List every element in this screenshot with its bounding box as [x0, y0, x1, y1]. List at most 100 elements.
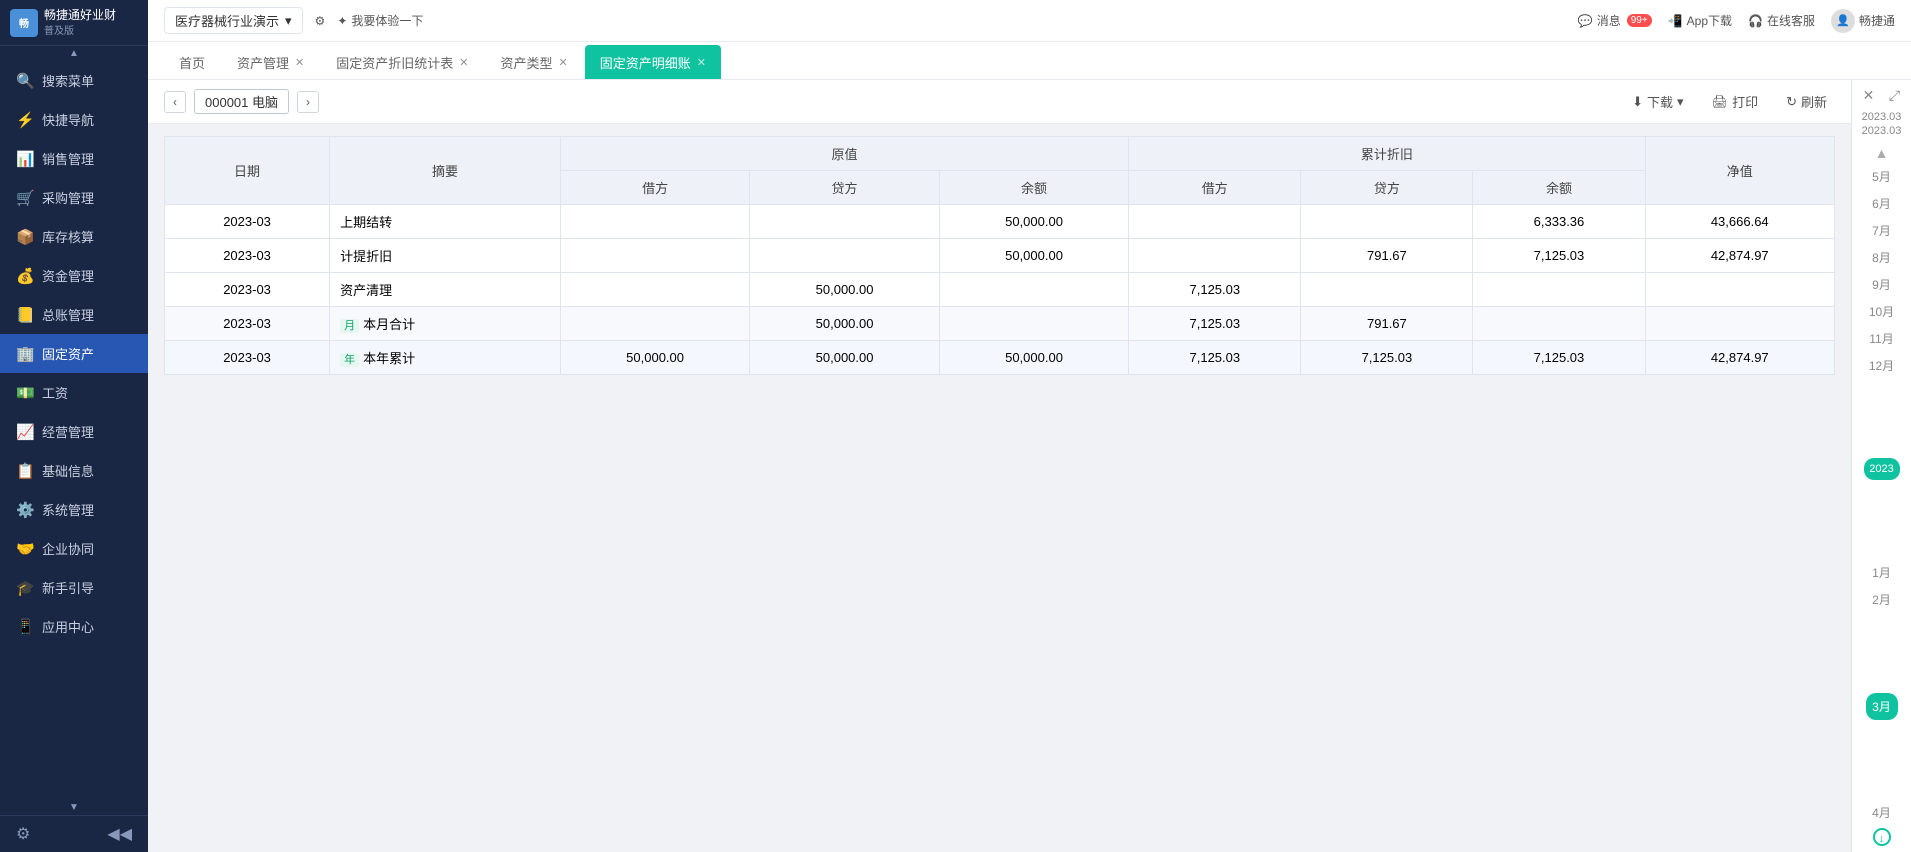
- tab-asset-mgmt[interactable]: 资产管理 ✕: [222, 45, 319, 79]
- sidebar-item-label: 总账管理: [42, 305, 94, 324]
- tab-asset-types[interactable]: 资产类型 ✕: [485, 45, 582, 79]
- cell-orig-debit: [560, 273, 749, 307]
- refresh-icon: ↻: [1786, 94, 1797, 110]
- cell-net-value: 42,874.97: [1645, 239, 1835, 273]
- messages-badge: 99+: [1627, 14, 1652, 27]
- experience-btn[interactable]: ✦ 我要体验一下: [337, 12, 423, 29]
- business-icon: 📈: [16, 423, 34, 441]
- cell-orig-balance: 50,000.00: [939, 341, 1128, 375]
- cell-net-value: 42,874.97: [1645, 341, 1835, 375]
- tl-month-10[interactable]: 10月: [1852, 298, 1911, 325]
- tl-month-4[interactable]: 4月: [1852, 799, 1911, 826]
- sidebar-item-label: 企业协同: [42, 539, 94, 558]
- tl-month-11[interactable]: 11月: [1852, 325, 1911, 352]
- sidebar-item-capital[interactable]: 💰 资金管理: [0, 256, 148, 295]
- download-btn[interactable]: ⬇ 下载 ▾: [1624, 88, 1691, 115]
- sidebar-item-guide[interactable]: 🎓 新手引导: [0, 568, 148, 607]
- sidebar-scroll-down[interactable]: ▼: [0, 800, 148, 815]
- app-download-btn[interactable]: 📲 App下载: [1668, 12, 1732, 29]
- cell-accum-debit: [1129, 239, 1301, 273]
- ledger-icon: 📒: [16, 306, 34, 324]
- col-date-header: 日期: [165, 137, 330, 205]
- messages-btn[interactable]: 💬 消息 99+: [1578, 12, 1652, 29]
- sidebar-item-payroll[interactable]: 💵 工资: [0, 373, 148, 412]
- user-avatar[interactable]: 👤 畅捷通: [1831, 9, 1895, 33]
- sidebar-item-label: 工资: [42, 383, 68, 402]
- download-icon: ⬇: [1632, 94, 1643, 110]
- sidebar-item-basic-info[interactable]: 📋 基础信息: [0, 451, 148, 490]
- refresh-btn[interactable]: ↻ 刷新: [1778, 88, 1835, 115]
- sidebar-item-apps[interactable]: 📱 应用中心: [0, 607, 148, 646]
- accum-credit-header: 贷方: [1301, 171, 1473, 205]
- company-selector[interactable]: 医疗器械行业演示 ▾: [164, 7, 303, 34]
- cell-summary: 资产清理: [330, 273, 561, 307]
- sidebar-item-fixed-assets[interactable]: 🏢 固定资产: [0, 334, 148, 373]
- tl-month-7[interactable]: 7月: [1852, 217, 1911, 244]
- sidebar-item-system[interactable]: ⚙️ 系统管理: [0, 490, 148, 529]
- tab-home[interactable]: 首页: [164, 45, 220, 79]
- timeline-header-top: 2023.03 2023.03: [1862, 106, 1902, 143]
- tl-month-3-active[interactable]: 3月: [1866, 693, 1898, 720]
- tab-asset-mgmt-close[interactable]: ✕: [295, 56, 304, 69]
- tl-month-5[interactable]: 5月: [1852, 163, 1911, 190]
- cell-accum-credit: 791.67: [1301, 307, 1473, 341]
- print-btn[interactable]: 🖨 打印: [1704, 88, 1767, 115]
- tab-depreciation-stats[interactable]: 固定资产折旧统计表 ✕: [321, 45, 483, 79]
- settings-gear-btn[interactable]: ⚙: [315, 14, 326, 28]
- cell-orig-debit: 50,000.00: [560, 341, 749, 375]
- cell-orig-credit: 50,000.00: [750, 273, 939, 307]
- tl-month-1[interactable]: 1月: [1852, 559, 1911, 586]
- cell-date: 2023-03: [165, 239, 330, 273]
- tab-asset-detail-close[interactable]: ✕: [697, 56, 706, 69]
- sidebar-item-label: 应用中心: [42, 617, 94, 636]
- sidebar-item-purchase[interactable]: 🛒 采购管理: [0, 178, 148, 217]
- timeline-up-btn[interactable]: ▲: [1873, 143, 1891, 163]
- cell-accum-balance: 7,125.03: [1473, 239, 1645, 273]
- sidebar-item-collab[interactable]: 🤝 企业协同: [0, 529, 148, 568]
- orig-balance-header: 余额: [939, 171, 1128, 205]
- close-panel-btn[interactable]: ✕: [1858, 84, 1880, 106]
- main-panel: ‹ 000001 电脑 › ⬇ 下载 ▾ 🖨 打印 ↻ 刷新: [148, 80, 1851, 852]
- cell-date: 2023-03: [165, 273, 330, 307]
- expand-panel-btn[interactable]: ⤢: [1884, 84, 1906, 106]
- cell-orig-credit: 50,000.00: [750, 307, 939, 341]
- collab-icon: 🤝: [16, 540, 34, 558]
- next-asset-btn[interactable]: ›: [297, 91, 319, 113]
- tl-month-6[interactable]: 6月: [1852, 190, 1911, 217]
- tab-depreciation-stats-close[interactable]: ✕: [459, 56, 468, 69]
- header-left: 医疗器械行业演示 ▾ ⚙ ✦ 我要体验一下: [164, 7, 423, 34]
- cell-accum-debit: 7,125.03: [1129, 341, 1301, 375]
- cell-accum-balance: 7,125.03: [1473, 341, 1645, 375]
- sidebar-item-search[interactable]: 🔍 搜索菜单: [0, 61, 148, 100]
- tl-month-12[interactable]: 12月: [1852, 352, 1911, 379]
- username: 畅捷通: [1859, 12, 1895, 29]
- sidebar-item-sales[interactable]: 📊 销售管理: [0, 139, 148, 178]
- col-orig-value-header: 原值: [560, 137, 1128, 171]
- accum-debit-header: 借方: [1129, 171, 1301, 205]
- sidebar-scroll-up[interactable]: ▲: [0, 46, 148, 61]
- sidebar-item-ledger[interactable]: 📒 总账管理: [0, 295, 148, 334]
- cell-accum-debit: [1129, 205, 1301, 239]
- sidebar-item-inventory[interactable]: 📦 库存核算: [0, 217, 148, 256]
- tl-month-8[interactable]: 8月: [1852, 244, 1911, 271]
- tab-asset-detail[interactable]: 固定资产明细账 ✕: [585, 45, 721, 79]
- dropdown-arrow-icon: ▾: [285, 13, 292, 29]
- tl-year-2023[interactable]: 2023: [1864, 458, 1900, 480]
- tl-month-2[interactable]: 2月: [1852, 586, 1911, 613]
- service-icon: 🎧: [1748, 14, 1763, 28]
- online-service-btn[interactable]: 🎧 在线客服: [1748, 12, 1815, 29]
- settings-icon[interactable]: ⚙: [16, 824, 30, 844]
- cell-orig-balance: [939, 273, 1128, 307]
- sidebar-item-label: 采购管理: [42, 188, 94, 207]
- prev-asset-btn[interactable]: ‹: [164, 91, 186, 113]
- sidebar-item-quick-nav[interactable]: ⚡ 快捷导航: [0, 100, 148, 139]
- sidebar-item-business[interactable]: 📈 经营管理: [0, 412, 148, 451]
- collapse-sidebar-icon[interactable]: ◀◀: [107, 824, 132, 844]
- tab-asset-types-close[interactable]: ✕: [559, 56, 568, 69]
- cell-orig-credit: 50,000.00: [750, 341, 939, 375]
- avatar-icon: 👤: [1831, 9, 1855, 33]
- tl-month-9[interactable]: 9月: [1852, 271, 1911, 298]
- cell-summary: 年本年累计: [330, 341, 561, 375]
- col-net-value-header: 净值: [1645, 137, 1835, 205]
- gear-icon: ⚙: [315, 14, 326, 28]
